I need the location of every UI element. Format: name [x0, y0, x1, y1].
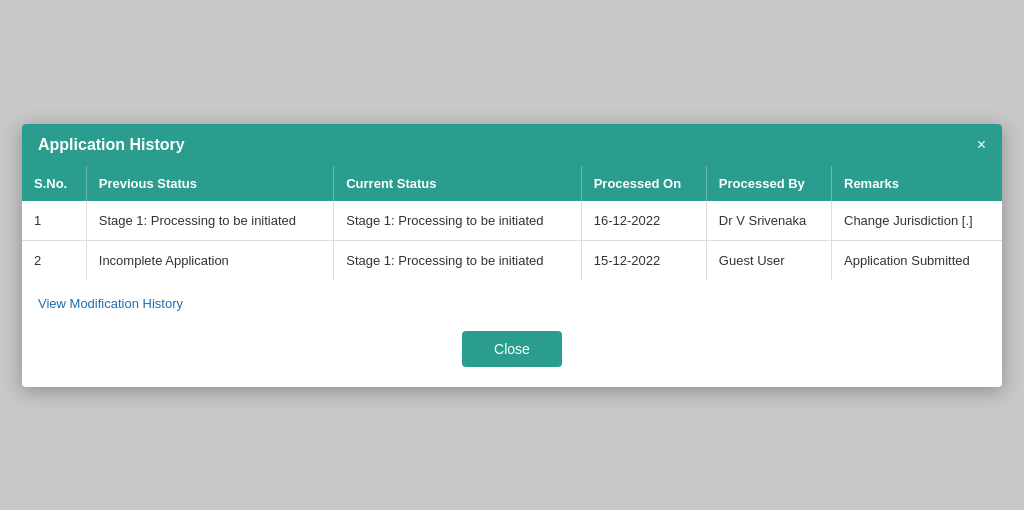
cell-remarks-2: Application Submitted — [832, 240, 1003, 280]
cell-sno-2: 2 — [22, 240, 86, 280]
view-modification-history-link[interactable]: View Modification History — [22, 280, 199, 319]
modal-overlay: Application History × S.No. Previous Sta… — [0, 0, 1024, 510]
modal-body: S.No. Previous Status Current Status Pro… — [22, 166, 1002, 319]
table-row: 2 Incomplete Application Stage 1: Proces… — [22, 240, 1002, 280]
cell-prev-status-1: Stage 1: Processing to be initiated — [86, 201, 333, 241]
cell-processed-on-1: 16-12-2022 — [581, 201, 706, 241]
col-previous-status: Previous Status — [86, 166, 333, 201]
col-current-status: Current Status — [334, 166, 581, 201]
close-button[interactable]: Close — [462, 331, 562, 367]
col-remarks: Remarks — [832, 166, 1003, 201]
cell-processed-by-1: Dr V Srivenaka — [706, 201, 831, 241]
table-header-row: S.No. Previous Status Current Status Pro… — [22, 166, 1002, 201]
modal-footer: Close — [22, 319, 1002, 387]
history-table: S.No. Previous Status Current Status Pro… — [22, 166, 1002, 280]
col-processed-by: Processed By — [706, 166, 831, 201]
cell-processed-by-2: Guest User — [706, 240, 831, 280]
cell-processed-on-2: 15-12-2022 — [581, 240, 706, 280]
col-sno: S.No. — [22, 166, 86, 201]
table-row: 1 Stage 1: Processing to be initiated St… — [22, 201, 1002, 241]
cell-prev-status-2: Incomplete Application — [86, 240, 333, 280]
cell-sno-1: 1 — [22, 201, 86, 241]
cell-remarks-1: Change Jurisdiction [.] — [832, 201, 1003, 241]
cell-curr-status-1: Stage 1: Processing to be initiated — [334, 201, 581, 241]
cell-curr-status-2: Stage 1: Processing to be initiated — [334, 240, 581, 280]
close-icon[interactable]: × — [977, 137, 986, 153]
application-history-modal: Application History × S.No. Previous Sta… — [22, 124, 1002, 387]
col-processed-on: Processed On — [581, 166, 706, 201]
modal-header: Application History × — [22, 124, 1002, 166]
modal-title: Application History — [38, 136, 185, 154]
